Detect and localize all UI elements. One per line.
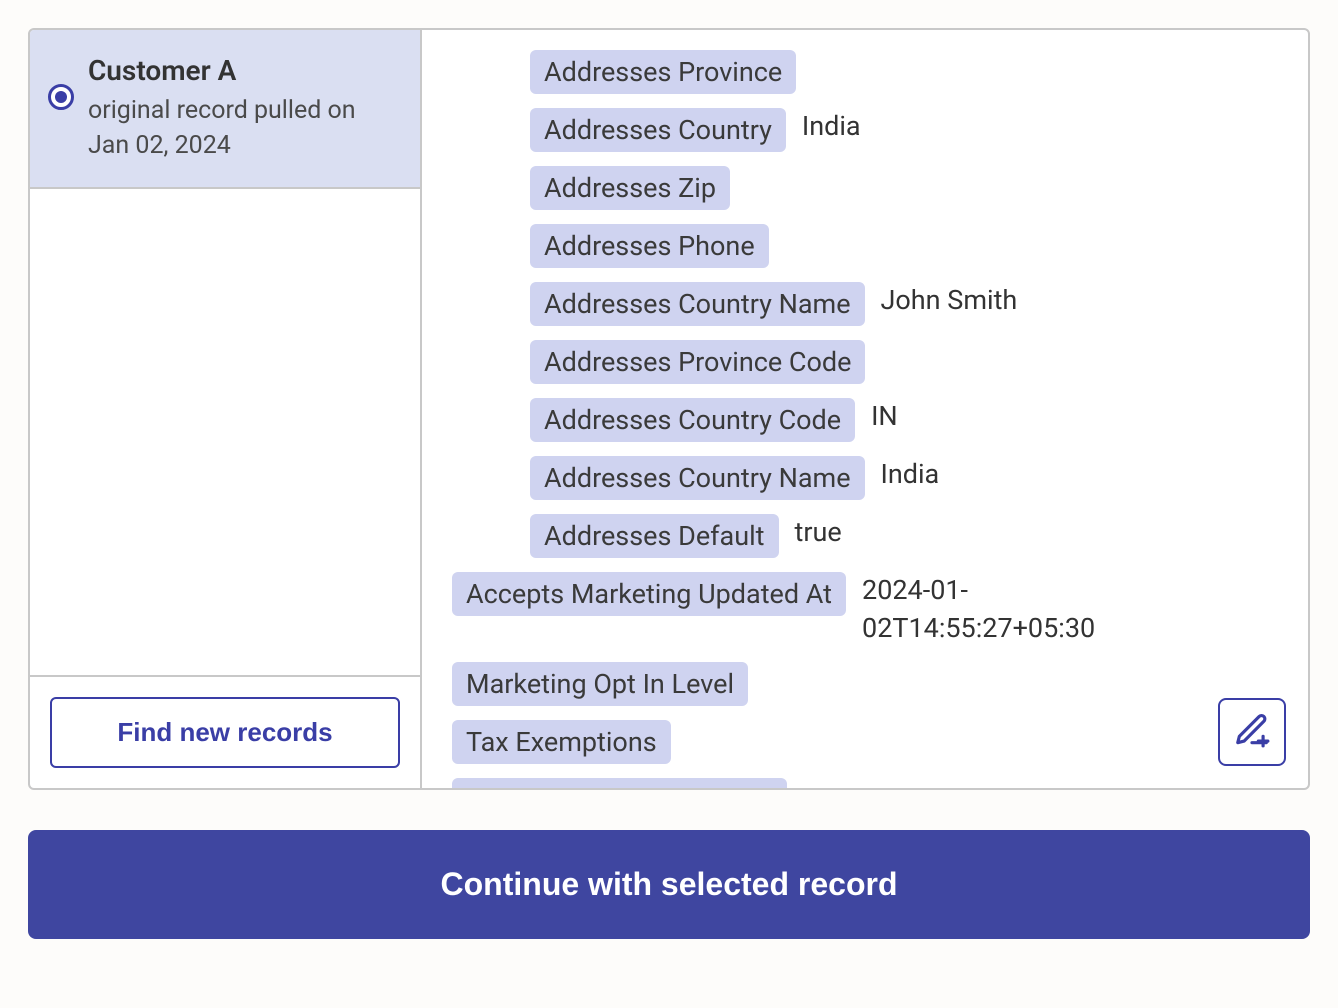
field-label: Addresses Country Code xyxy=(530,398,855,442)
field-row: Addresses Country Name India xyxy=(452,456,1268,500)
radio-selected-icon[interactable] xyxy=(48,84,74,110)
field-value: true xyxy=(795,514,842,552)
field-value: 2024-01-02T14:55:27+05:30 xyxy=(862,572,1182,648)
edit-plus-icon xyxy=(1233,711,1271,753)
field-label: Addresses Province Code xyxy=(530,340,865,384)
field-row: Addresses Country India xyxy=(452,108,1268,152)
field-label: Addresses Phone xyxy=(530,224,769,268)
field-label: Addresses Province xyxy=(530,50,796,94)
field-value: India xyxy=(802,108,861,146)
field-row: email_marketing_consent xyxy=(452,778,1268,788)
customer-info: Customer A original record pulled on Jan… xyxy=(88,54,402,163)
field-row: Addresses Country Code IN xyxy=(452,398,1268,442)
field-label: Marketing Opt In Level xyxy=(452,662,748,706)
sidebar-spacer xyxy=(30,189,420,675)
field-label: Addresses Country Name xyxy=(530,456,865,500)
field-label: Addresses Country Name xyxy=(530,282,865,326)
field-row: Addresses Zip xyxy=(452,166,1268,210)
customer-subtitle: original record pulled on Jan 02, 2024 xyxy=(88,93,402,163)
field-label: Addresses Default xyxy=(530,514,779,558)
sidebar: Customer A original record pulled on Jan… xyxy=(30,30,422,788)
field-list: Addresses Province Addresses Country India… xyxy=(452,50,1268,788)
field-label: Addresses Zip xyxy=(530,166,730,210)
field-row: Marketing Opt In Level xyxy=(452,662,1268,706)
field-label: Accepts Marketing Updated At xyxy=(452,572,846,616)
find-new-records-button[interactable]: Find new records xyxy=(50,697,400,768)
field-row: Addresses Province Code xyxy=(452,340,1268,384)
find-records-wrap: Find new records xyxy=(30,675,420,788)
field-row: Addresses Province xyxy=(452,50,1268,94)
edit-button[interactable] xyxy=(1218,698,1286,766)
field-label: Addresses Country xyxy=(530,108,786,152)
field-row: Addresses Phone xyxy=(452,224,1268,268)
field-label: Tax Exemptions xyxy=(452,720,671,764)
customer-title: Customer A xyxy=(88,54,402,87)
record-panel: Customer A original record pulled on Jan… xyxy=(28,28,1310,790)
field-row: Tax Exemptions xyxy=(452,720,1268,764)
continue-button[interactable]: Continue with selected record xyxy=(28,830,1310,939)
field-row: Addresses Country Name John Smith xyxy=(452,282,1268,326)
field-value: John Smith xyxy=(881,282,1018,320)
field-value: India xyxy=(881,456,940,494)
field-value: IN xyxy=(871,398,898,436)
field-row: Accepts Marketing Updated At 2024-01-02T1… xyxy=(452,572,1268,648)
record-detail-area[interactable]: Addresses Province Addresses Country India… xyxy=(422,30,1308,788)
customer-card[interactable]: Customer A original record pulled on Jan… xyxy=(30,30,420,189)
field-row: Addresses Default true xyxy=(452,514,1268,558)
field-label: email_marketing_consent xyxy=(452,778,787,788)
